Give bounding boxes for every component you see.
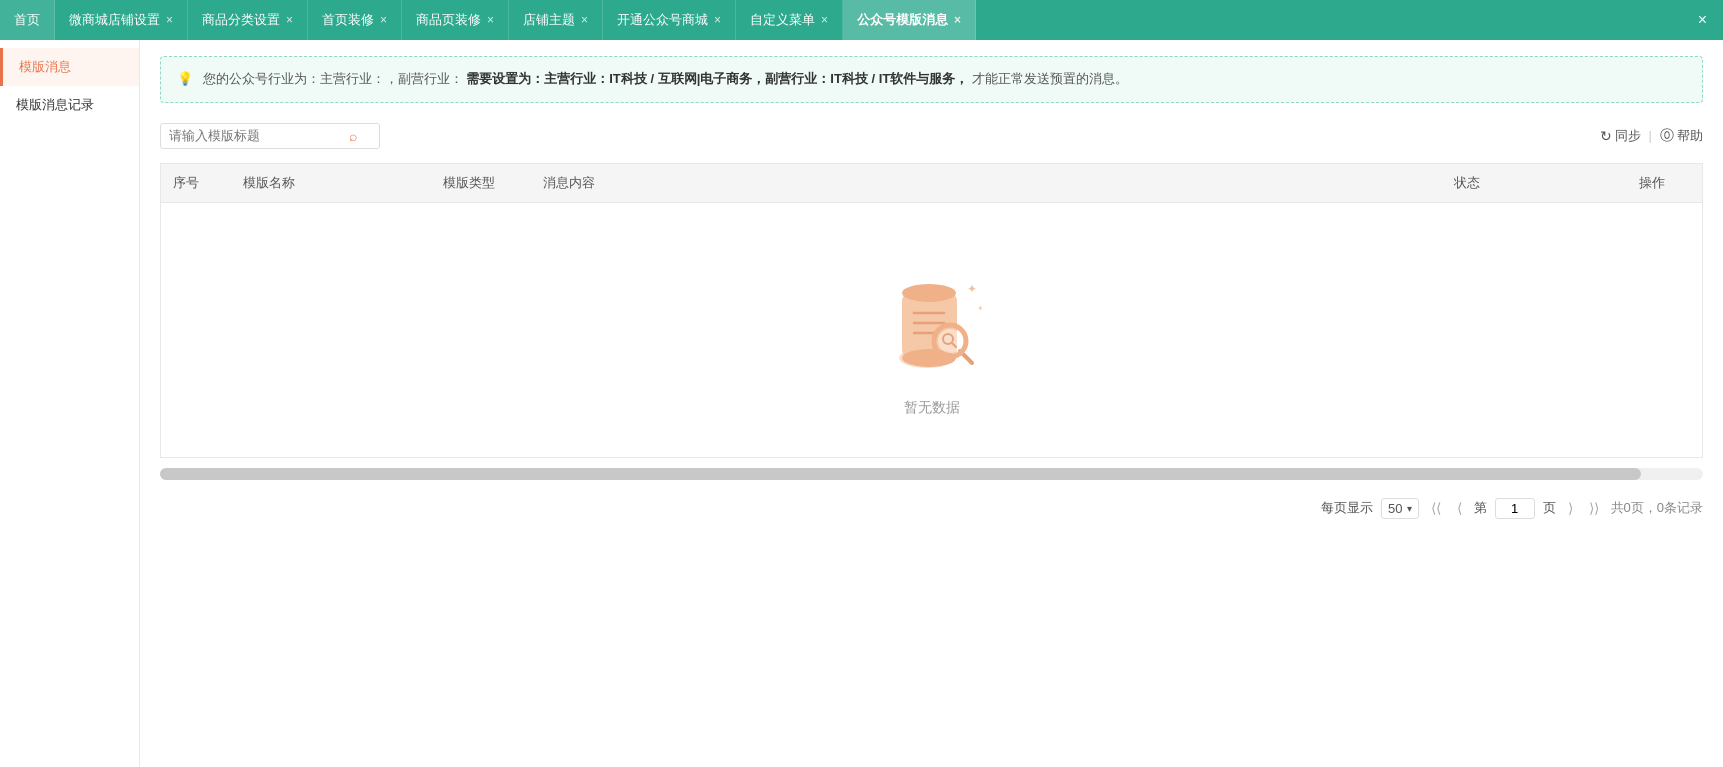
sync-button[interactable]: ↻ 同步 bbox=[1600, 127, 1641, 145]
search-input[interactable] bbox=[169, 128, 349, 143]
sidebar-item-template-msg[interactable]: 模版消息 bbox=[0, 48, 139, 86]
th-type: 模版类型 bbox=[431, 164, 531, 202]
nav-tab-store-theme-close[interactable]: × bbox=[581, 13, 588, 27]
nav-tab-template-msg-label: 公众号模版消息 bbox=[857, 11, 948, 29]
nav-tab-homepage-deco-label: 首页装修 bbox=[322, 11, 374, 29]
nav-tab-open-mall-close[interactable]: × bbox=[714, 13, 721, 27]
nav-tab-template-msg-close[interactable]: × bbox=[954, 13, 961, 27]
page-size-value: 50 bbox=[1388, 501, 1402, 516]
nav-tab-store-theme-label: 店铺主题 bbox=[523, 11, 575, 29]
notice-suffix: 才能正常发送预置的消息。 bbox=[972, 71, 1128, 86]
svg-point-2 bbox=[902, 284, 956, 302]
nav-tab-custom-menu-close[interactable]: × bbox=[821, 13, 828, 27]
bulb-icon: 💡 bbox=[177, 71, 193, 86]
empty-illustration: ✦ ✦ bbox=[872, 263, 992, 383]
nav-tab-category-label: 商品分类设置 bbox=[202, 11, 280, 29]
content-area: 💡 您的公众号行业为：主营行业：，副营行业： 需要设置为：主营行业：IT科技 /… bbox=[140, 40, 1723, 767]
nav-tab-home[interactable]: 首页 bbox=[0, 0, 55, 40]
page-number-input[interactable] bbox=[1495, 498, 1535, 519]
svg-text:✦: ✦ bbox=[977, 304, 984, 313]
nav-tab-template-msg[interactable]: 公众号模版消息 × bbox=[843, 0, 976, 40]
empty-state: ✦ ✦ 暂无数据 bbox=[161, 203, 1702, 457]
th-name: 模版名称 bbox=[231, 164, 431, 202]
sync-label: 同步 bbox=[1615, 127, 1641, 145]
th-content: 消息内容 bbox=[531, 164, 1442, 202]
nav-tab-home-label: 首页 bbox=[14, 11, 40, 29]
page-label: 第 bbox=[1474, 499, 1487, 517]
nav-tab-micro-shop-close[interactable]: × bbox=[166, 13, 173, 27]
sidebar-item-template-log[interactable]: 模版消息记录 bbox=[0, 86, 139, 124]
page-prev-button[interactable]: ⟨ bbox=[1453, 498, 1466, 518]
nav-tab-open-mall[interactable]: 开通公众号商城 × bbox=[603, 0, 736, 40]
th-status: 状态 bbox=[1442, 164, 1602, 202]
page-next-button[interactable]: ⟩ bbox=[1564, 498, 1577, 518]
table-header: 序号 模版名称 模版类型 消息内容 状态 操作 bbox=[161, 164, 1702, 203]
nav-tab-store-theme[interactable]: 店铺主题 × bbox=[509, 0, 603, 40]
pagination: 每页显示 50 ▾ ⟨⟨ ⟨ 第 页 ⟩ ⟩⟩ 共0页，0条记录 bbox=[160, 490, 1703, 527]
th-op: 操作 bbox=[1602, 164, 1702, 202]
search-icon[interactable]: ⌕ bbox=[349, 128, 357, 144]
nav-tab-homepage-deco-close[interactable]: × bbox=[380, 13, 387, 27]
th-seq: 序号 bbox=[161, 164, 231, 202]
page-size-select[interactable]: 50 ▾ bbox=[1381, 498, 1418, 519]
notice-banner: 💡 您的公众号行业为：主营行业：，副营行业： 需要设置为：主营行业：IT科技 /… bbox=[160, 56, 1703, 103]
page-first-button[interactable]: ⟨⟨ bbox=[1427, 498, 1445, 518]
nav-tab-micro-shop-label: 微商城店铺设置 bbox=[69, 11, 160, 29]
nav-tab-product-deco[interactable]: 商品页装修 × bbox=[402, 0, 509, 40]
top-nav: 首页 微商城店铺设置 × 商品分类设置 × 首页装修 × 商品页装修 × 店铺主… bbox=[0, 0, 1723, 40]
notice-highlight: 需要设置为：主营行业：IT科技 / 互联网|电子商务，副营行业：IT科技 / I… bbox=[466, 71, 968, 86]
nav-tab-micro-shop[interactable]: 微商城店铺设置 × bbox=[55, 0, 188, 40]
svg-point-9 bbox=[938, 329, 962, 353]
divider: | bbox=[1649, 128, 1652, 143]
notice-prefix: 您的公众号行业为：主营行业：，副营行业： bbox=[203, 71, 463, 86]
empty-text: 暂无数据 bbox=[904, 399, 960, 417]
sync-help-group: ↻ 同步 | ⓪ 帮助 bbox=[1600, 127, 1703, 145]
nav-tab-open-mall-label: 开通公众号商城 bbox=[617, 11, 708, 29]
scrollbar-thumb[interactable] bbox=[160, 468, 1641, 480]
help-icon: ⓪ bbox=[1660, 127, 1674, 145]
page-last-button[interactable]: ⟩⟩ bbox=[1585, 498, 1603, 518]
nav-tab-product-deco-close[interactable]: × bbox=[487, 13, 494, 27]
search-bar: ⌕ ↻ 同步 | ⓪ 帮助 bbox=[160, 123, 1703, 149]
nav-tab-category[interactable]: 商品分类设置 × bbox=[188, 0, 308, 40]
sidebar-item-template-log-label: 模版消息记录 bbox=[16, 97, 94, 112]
data-table: 序号 模版名称 模版类型 消息内容 状态 操作 bbox=[160, 163, 1703, 458]
sync-icon: ↻ bbox=[1600, 128, 1612, 144]
horizontal-scrollbar[interactable] bbox=[160, 468, 1703, 480]
page-size-label: 每页显示 bbox=[1321, 499, 1373, 517]
nav-tab-category-close[interactable]: × bbox=[286, 13, 293, 27]
help-button[interactable]: ⓪ 帮助 bbox=[1660, 127, 1703, 145]
chevron-down-icon: ▾ bbox=[1407, 503, 1412, 514]
main-layout: 模版消息 模版消息记录 💡 您的公众号行业为：主营行业：，副营行业： 需要设置为… bbox=[0, 40, 1723, 767]
page-unit: 页 bbox=[1543, 499, 1556, 517]
nav-tab-product-deco-label: 商品页装修 bbox=[416, 11, 481, 29]
help-label: 帮助 bbox=[1677, 127, 1703, 145]
search-input-wrap[interactable]: ⌕ bbox=[160, 123, 380, 149]
nav-tab-custom-menu[interactable]: 自定义菜单 × bbox=[736, 0, 843, 40]
sidebar-item-template-msg-label: 模版消息 bbox=[19, 59, 71, 74]
svg-text:✦: ✦ bbox=[967, 282, 977, 296]
total-info: 共0页，0条记录 bbox=[1611, 499, 1703, 517]
close-all-button[interactable]: × bbox=[1682, 11, 1723, 29]
sidebar: 模版消息 模版消息记录 bbox=[0, 40, 140, 767]
nav-tab-custom-menu-label: 自定义菜单 bbox=[750, 11, 815, 29]
nav-tab-homepage-deco[interactable]: 首页装修 × bbox=[308, 0, 402, 40]
